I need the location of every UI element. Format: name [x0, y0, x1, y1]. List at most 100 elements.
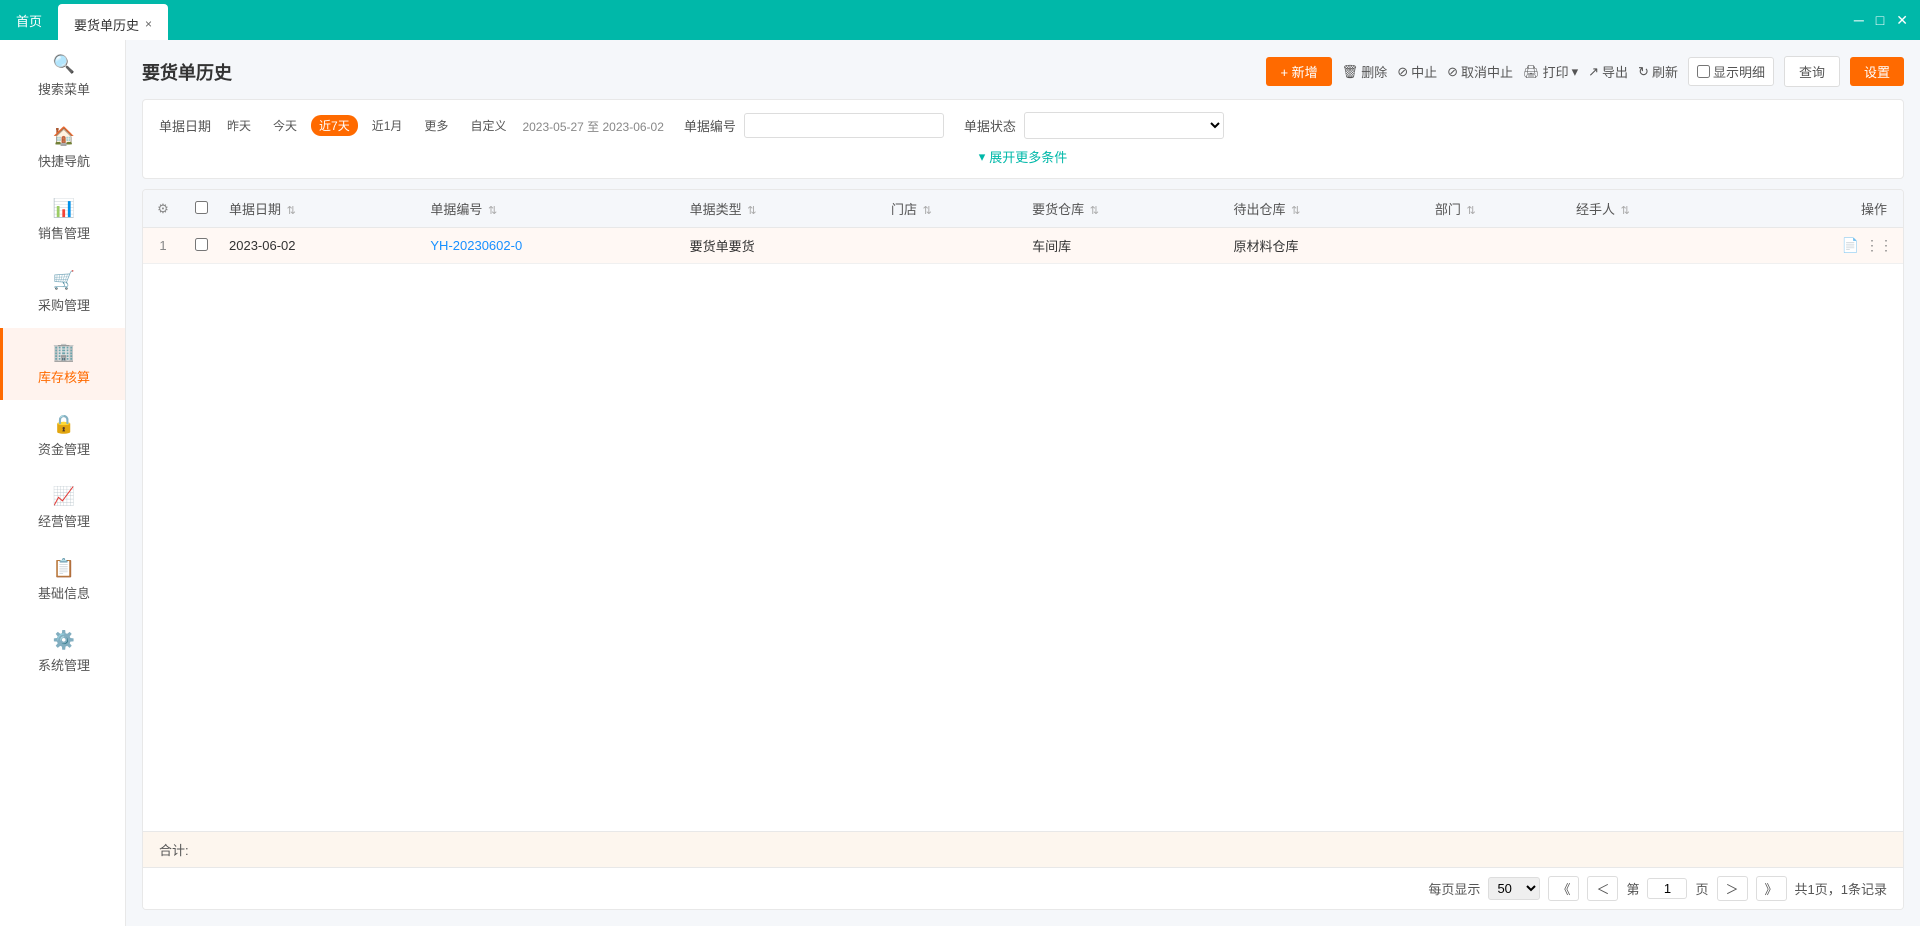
table-wrapper: ⚙ 单据日期 ⇅ 单据编号 ⇅	[143, 190, 1903, 831]
export-icon: ↗	[1588, 64, 1599, 80]
new-button[interactable]: + 新增	[1266, 57, 1331, 86]
date-btn-more[interactable]: 更多	[416, 115, 456, 136]
settings-button[interactable]: 设置	[1850, 57, 1904, 86]
table-footer: 合计:	[143, 831, 1903, 867]
finance-icon: 🔒	[53, 414, 75, 435]
row-edit-icon[interactable]: 📄	[1842, 237, 1859, 254]
print-button[interactable]: 🖨 打印 ▾	[1523, 62, 1578, 81]
next-page-button[interactable]: ＞	[1717, 876, 1748, 901]
delete-icon: 🗑	[1342, 64, 1359, 80]
basic-info-icon: 📋	[53, 558, 75, 579]
window-restore-icon[interactable]: □	[1876, 12, 1884, 28]
prev-page-button[interactable]: ＜	[1587, 876, 1618, 901]
row-more-icon[interactable]: ⋮⋮	[1865, 237, 1893, 254]
cancel-suspend-button[interactable]: ⊘ 取消中止	[1447, 62, 1513, 81]
expand-icon: ▾	[979, 149, 986, 165]
query-button[interactable]: 查询	[1784, 56, 1840, 87]
delete-button[interactable]: 🗑 删除	[1342, 62, 1388, 81]
print-icon: 🖨	[1523, 64, 1540, 80]
sidebar-item-inventory[interactable]: 🏢 库存核算	[0, 328, 125, 400]
pagination-bar: 每页显示 50 10 20 100 《 ＜ 第 页 ＞ 》 共1页，1条记录	[143, 867, 1903, 909]
data-table: ⚙ 单据日期 ⇅ 单据编号 ⇅	[143, 190, 1903, 264]
row-checkbox[interactable]	[195, 238, 208, 251]
sidebar-item-quick-nav[interactable]: 🏠 快捷导航	[0, 112, 125, 184]
col-department[interactable]: 部门 ⇅	[1425, 190, 1566, 228]
sidebar-item-sales[interactable]: 📊 销售管理	[0, 184, 125, 256]
date-btn-7days[interactable]: 近7天	[311, 115, 358, 136]
suspend-button[interactable]: ⊘ 中止	[1397, 62, 1437, 81]
sales-icon: 📊	[53, 198, 75, 219]
date-filter-group: 单据日期 昨天 今天 近7天 近1月 更多 自定义 2023-05-27 至 2…	[159, 115, 664, 136]
date-btn-1month[interactable]: 近1月	[364, 115, 411, 136]
sidebar-item-operations[interactable]: 📈 经营管理	[0, 472, 125, 544]
col-handler[interactable]: 经手人 ⇅	[1566, 190, 1737, 228]
last-page-button[interactable]: 》	[1756, 876, 1787, 901]
sidebar-item-purchase[interactable]: 🛒 采购管理	[0, 256, 125, 328]
row-department	[1425, 228, 1566, 264]
page-number-input[interactable]	[1647, 878, 1687, 899]
gear-column-header[interactable]: ⚙	[143, 190, 183, 228]
per-page-label: 每页显示	[1428, 879, 1480, 898]
status-label: 单据状态	[964, 116, 1016, 135]
row-checkbox-cell	[183, 228, 219, 264]
display-cell-button[interactable]: 显示明细	[1688, 57, 1774, 86]
tab-close-icon[interactable]: ×	[145, 17, 152, 31]
total-info: 共1页，1条记录	[1795, 879, 1887, 898]
row-handler	[1566, 228, 1737, 264]
table-row: 1 2023-06-02 YH-20230602-0 要货单要货 车间库	[143, 228, 1903, 264]
filter-row: 单据日期 昨天 今天 近7天 近1月 更多 自定义 2023-05-27 至 2…	[159, 112, 1887, 139]
expand-more-button[interactable]: ▾ 展开更多条件	[159, 147, 1887, 166]
row-doc-date: 2023-06-02	[219, 228, 420, 264]
select-all-checkbox[interactable]	[195, 201, 208, 214]
col-actions: 操作	[1737, 190, 1903, 228]
sort-req-warehouse-icon: ⇅	[1090, 205, 1099, 217]
sidebar-item-system[interactable]: ⚙️ 系统管理	[0, 616, 125, 688]
col-doc-type[interactable]: 单据类型 ⇅	[680, 190, 881, 228]
col-doc-no[interactable]: 单据编号 ⇅	[420, 190, 679, 228]
page-suffix: 页	[1695, 879, 1708, 898]
main-layout: 🔍 搜索菜单 🏠 快捷导航 📊 销售管理 🛒 采购管理 🏢 库存核算 🔒 资金管…	[0, 40, 1920, 926]
sort-doc-date-icon: ⇅	[287, 205, 296, 217]
sidebar-item-basic-info[interactable]: 📋 基础信息	[0, 544, 125, 616]
sidebar-item-finance[interactable]: 🔒 资金管理	[0, 400, 125, 472]
table-section: ⚙ 单据日期 ⇅ 单据编号 ⇅	[142, 189, 1904, 910]
doc-no-input[interactable]	[744, 113, 944, 138]
tab-bar: 首页 要货单历史 ×	[0, 0, 1842, 40]
page-header: 要货单历史 + 新增 🗑 删除 ⊘ 中止 ⊘ 取消中止 🖨 打印	[142, 56, 1904, 87]
suspend-icon: ⊘	[1397, 64, 1408, 80]
window-close-icon[interactable]: ✕	[1896, 12, 1908, 29]
refresh-button[interactable]: ↻ 刷新	[1638, 62, 1678, 81]
tab-home[interactable]: 首页	[0, 0, 58, 40]
sidebar-item-search-menu[interactable]: 🔍 搜索菜单	[0, 40, 125, 112]
col-store[interactable]: 门店 ⇅	[881, 190, 1022, 228]
col-req-warehouse[interactable]: 要货仓库 ⇅	[1022, 190, 1223, 228]
tab-requisition-history[interactable]: 要货单历史 ×	[58, 4, 168, 44]
page-label: 第	[1626, 879, 1639, 898]
refresh-icon: ↻	[1638, 64, 1649, 80]
system-icon: ⚙️	[53, 630, 75, 651]
date-btn-custom[interactable]: 自定义	[462, 115, 514, 136]
search-menu-icon: 🔍	[53, 54, 75, 75]
status-filter-group: 单据状态	[964, 112, 1224, 139]
row-actions-cell: 📄 ⋮⋮	[1737, 228, 1903, 264]
top-bar-right: ─ □ ✕	[1842, 12, 1920, 29]
date-btn-yesterday[interactable]: 昨天	[219, 115, 259, 136]
display-cell-checkbox[interactable]	[1697, 65, 1710, 78]
doc-no-link[interactable]: YH-20230602-0	[430, 238, 522, 253]
home-icon: 🏠	[53, 126, 75, 147]
first-page-button[interactable]: 《	[1548, 876, 1579, 901]
col-doc-date[interactable]: 单据日期 ⇅	[219, 190, 420, 228]
date-btn-today[interactable]: 今天	[265, 115, 305, 136]
print-dropdown-icon: ▾	[1572, 64, 1579, 80]
row-req-warehouse: 车间库	[1022, 228, 1223, 264]
header-actions: + 新增 🗑 删除 ⊘ 中止 ⊘ 取消中止 🖨 打印 ▾	[1266, 56, 1904, 87]
operations-icon: 📈	[53, 486, 75, 507]
per-page-select[interactable]: 50 10 20 100	[1488, 877, 1540, 900]
window-minimize-icon[interactable]: ─	[1854, 12, 1864, 28]
export-button[interactable]: ↗ 导出	[1588, 62, 1628, 81]
col-pending-warehouse[interactable]: 待出仓库 ⇅	[1224, 190, 1425, 228]
row-doc-no[interactable]: YH-20230602-0	[420, 228, 679, 264]
status-select[interactable]	[1024, 112, 1224, 139]
date-range-display: 2023-05-27 至 2023-06-02	[522, 118, 663, 135]
sort-doc-no-icon: ⇅	[488, 205, 497, 217]
